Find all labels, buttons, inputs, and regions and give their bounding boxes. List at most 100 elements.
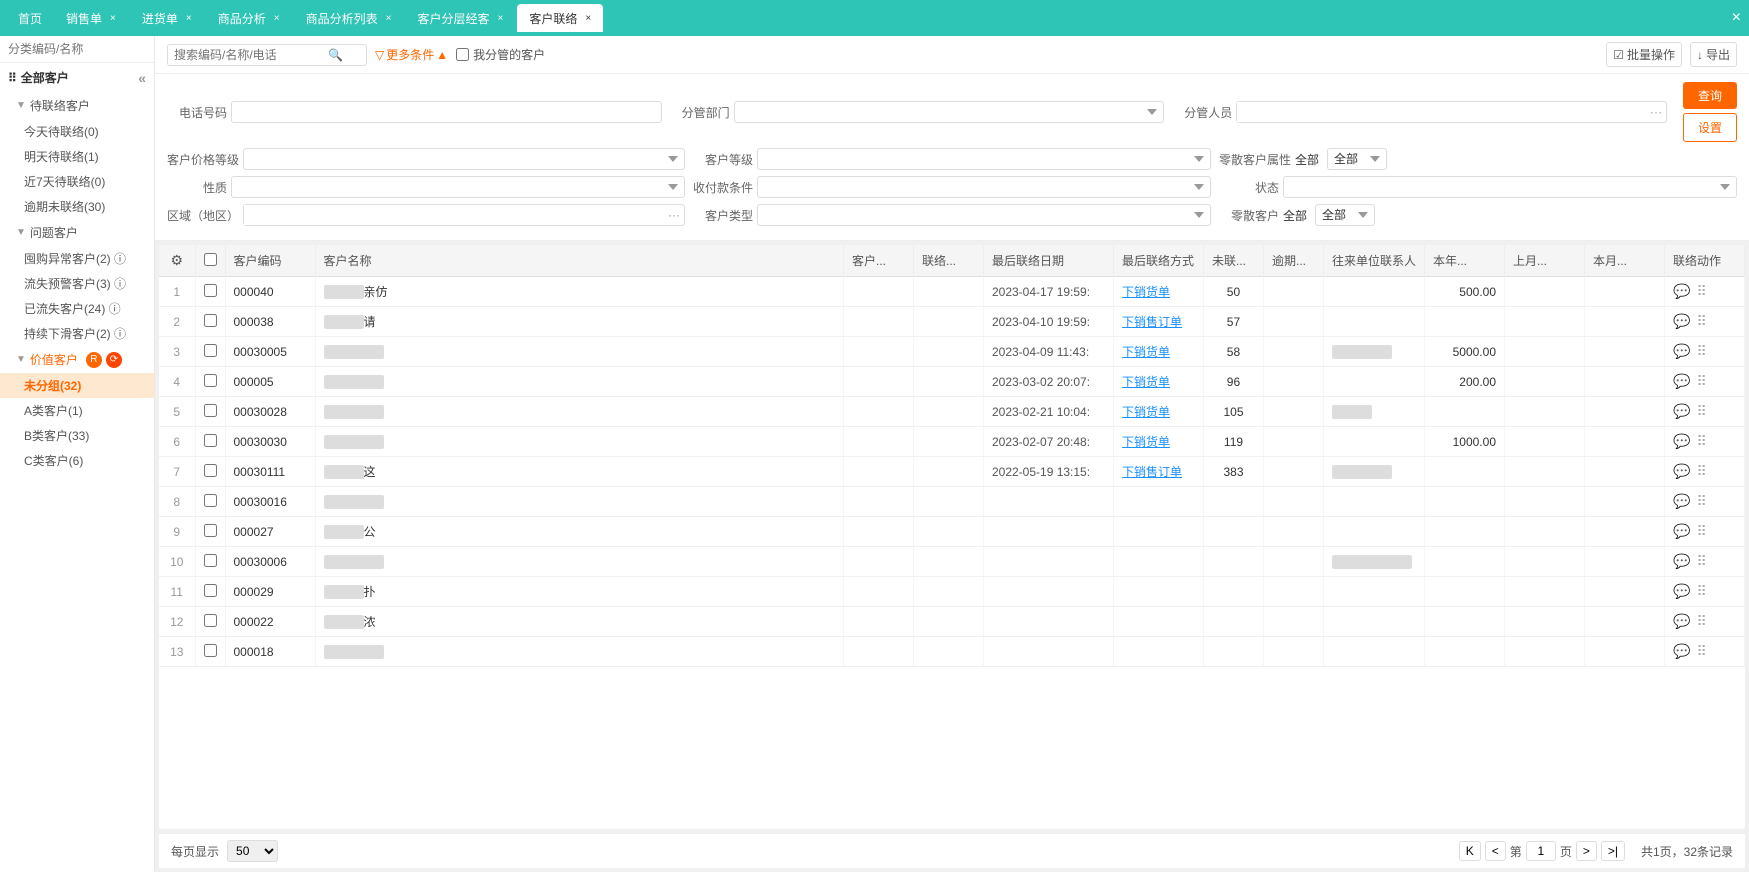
batch-operation-btn[interactable]: ☑ 批量操作 bbox=[1606, 42, 1682, 67]
row-checkbox[interactable] bbox=[204, 524, 217, 537]
menu-icon[interactable]: ⠿ bbox=[1696, 463, 1706, 480]
close-tab-sales[interactable]: × bbox=[110, 13, 116, 24]
nav-tab-customer-contact[interactable]: 客户联络 × bbox=[517, 4, 603, 32]
row-last-way[interactable]: 下销售订单 bbox=[1113, 457, 1203, 487]
last-way-link[interactable]: 下销售订单 bbox=[1122, 465, 1182, 479]
close-all-tabs[interactable]: × bbox=[1732, 9, 1741, 27]
th-last-way[interactable]: 最后联络方式 bbox=[1113, 245, 1203, 277]
menu-icon[interactable]: ⠿ bbox=[1696, 373, 1706, 390]
search-icon[interactable]: 🔍 bbox=[328, 48, 343, 62]
row-last-way[interactable] bbox=[1113, 487, 1203, 517]
sidebar-search-input[interactable] bbox=[8, 42, 155, 56]
select-customer-type[interactable] bbox=[757, 204, 1211, 226]
row-last-way[interactable] bbox=[1113, 547, 1203, 577]
row-cb[interactable] bbox=[195, 397, 225, 427]
row-checkbox[interactable] bbox=[204, 404, 217, 417]
sidebar-item-c-class[interactable]: C类客户(6) bbox=[0, 448, 154, 473]
page-size-select[interactable]: 50 100 200 bbox=[227, 840, 278, 862]
row-cb[interactable] bbox=[195, 427, 225, 457]
row-checkbox[interactable] bbox=[204, 284, 217, 297]
row-checkbox[interactable] bbox=[204, 554, 217, 567]
chat-icon[interactable]: 💬 bbox=[1673, 283, 1690, 300]
th-thisyear[interactable]: 本年... bbox=[1425, 245, 1505, 277]
sidebar-group-pending[interactable]: ▼ 待联络客户 bbox=[0, 92, 154, 119]
chat-icon[interactable]: 💬 bbox=[1673, 343, 1690, 360]
row-last-way[interactable]: 下销货单 bbox=[1113, 367, 1203, 397]
row-cb[interactable] bbox=[195, 517, 225, 547]
nav-tab-sales[interactable]: 销售单 × bbox=[54, 4, 128, 32]
th-code[interactable]: 客户编码 bbox=[225, 245, 315, 277]
select-payment[interactable] bbox=[757, 176, 1211, 198]
row-checkbox[interactable] bbox=[204, 584, 217, 597]
chat-icon[interactable]: 💬 bbox=[1673, 523, 1690, 540]
th-thismonth[interactable]: 本月... bbox=[1585, 245, 1665, 277]
sidebar-item-declining[interactable]: 持续下滑客户(2) ⓘ bbox=[0, 321, 154, 346]
row-checkbox[interactable] bbox=[204, 464, 217, 477]
row-checkbox[interactable] bbox=[204, 344, 217, 357]
last-way-link[interactable]: 下销货单 bbox=[1122, 345, 1170, 359]
row-cb[interactable] bbox=[195, 577, 225, 607]
chat-icon[interactable]: 💬 bbox=[1673, 433, 1690, 450]
row-last-way[interactable]: 下销售订单 bbox=[1113, 307, 1203, 337]
nav-tab-customer-tier[interactable]: 客户分层经客 × bbox=[405, 4, 515, 32]
manager-dots-btn[interactable]: ··· bbox=[1646, 105, 1666, 119]
export-btn[interactable]: ↓ 导出 bbox=[1690, 42, 1737, 67]
chat-icon[interactable]: 💬 bbox=[1673, 613, 1690, 630]
sidebar-item-7days[interactable]: 近7天待联络(0) bbox=[0, 169, 154, 194]
last-way-link[interactable]: 下销货单 bbox=[1122, 375, 1170, 389]
input-manager[interactable] bbox=[1237, 102, 1646, 122]
chat-icon[interactable]: 💬 bbox=[1673, 463, 1690, 480]
sidebar-item-b-class[interactable]: B类客户(33) bbox=[0, 423, 154, 448]
menu-icon[interactable]: ⠿ bbox=[1696, 313, 1706, 330]
sidebar-item-tomorrow[interactable]: 明天待联络(1) bbox=[0, 144, 154, 169]
row-checkbox[interactable] bbox=[204, 614, 217, 627]
chat-icon[interactable]: 💬 bbox=[1673, 373, 1690, 390]
row-last-way[interactable] bbox=[1113, 637, 1203, 667]
page-next-btn[interactable]: > bbox=[1576, 841, 1597, 861]
row-last-way[interactable]: 下销货单 bbox=[1113, 337, 1203, 367]
row-last-way[interactable]: 下销货单 bbox=[1113, 427, 1203, 457]
row-checkbox[interactable] bbox=[204, 434, 217, 447]
th-contact[interactable]: 联络... bbox=[913, 245, 983, 277]
page-input[interactable] bbox=[1526, 841, 1556, 861]
th-last-date[interactable]: 最后联络日期 bbox=[983, 245, 1113, 277]
row-cb[interactable] bbox=[195, 547, 225, 577]
query-button[interactable]: 查询 bbox=[1683, 82, 1737, 109]
select-retail[interactable]: 全部 bbox=[1315, 204, 1375, 226]
menu-icon[interactable]: ⠿ bbox=[1696, 553, 1706, 570]
menu-icon[interactable]: ⠿ bbox=[1696, 613, 1706, 630]
sidebar-collapse-btn[interactable]: « bbox=[138, 70, 146, 86]
close-tab-product-list[interactable]: × bbox=[386, 13, 392, 24]
row-checkbox[interactable] bbox=[204, 374, 217, 387]
select-nature[interactable] bbox=[231, 176, 685, 198]
row-cb[interactable] bbox=[195, 637, 225, 667]
reset-button[interactable]: 设置 bbox=[1683, 113, 1737, 142]
row-checkbox[interactable] bbox=[204, 644, 217, 657]
nav-tab-product-list[interactable]: 商品分析列表 × bbox=[294, 4, 404, 32]
chat-icon[interactable]: 💬 bbox=[1673, 583, 1690, 600]
input-phone[interactable] bbox=[231, 101, 662, 123]
th-type[interactable]: 客户... bbox=[843, 245, 913, 277]
menu-icon[interactable]: ⠿ bbox=[1696, 523, 1706, 540]
chat-icon[interactable]: 💬 bbox=[1673, 313, 1690, 330]
th-lastmonth[interactable]: 上月... bbox=[1505, 245, 1585, 277]
region-dots-btn[interactable]: ··· bbox=[664, 208, 684, 222]
menu-icon[interactable]: ⠿ bbox=[1696, 583, 1706, 600]
page-first-btn[interactable]: K bbox=[1459, 841, 1481, 861]
sidebar-group-value[interactable]: ▼ 价值客户 R ⟳ bbox=[0, 346, 154, 373]
my-customers-label[interactable]: 我分管的客户 bbox=[456, 46, 545, 63]
close-tab-product-analysis[interactable]: × bbox=[274, 13, 280, 24]
sidebar-item-warning[interactable]: 流失预警客户(3) ⓘ bbox=[0, 271, 154, 296]
row-cb[interactable] bbox=[195, 367, 225, 397]
row-cb[interactable] bbox=[195, 307, 225, 337]
nav-tab-purchase[interactable]: 进货单 × bbox=[130, 4, 204, 32]
sidebar-group-problem[interactable]: ▼ 问题客户 bbox=[0, 219, 154, 246]
sidebar-item-today[interactable]: 今天待联络(0) bbox=[0, 119, 154, 144]
last-way-link[interactable]: 下销售订单 bbox=[1122, 315, 1182, 329]
row-checkbox[interactable] bbox=[204, 494, 217, 507]
row-cb[interactable] bbox=[195, 337, 225, 367]
page-prev-btn[interactable]: < bbox=[1485, 841, 1506, 861]
select-retail-attr[interactable]: 全部 bbox=[1327, 148, 1387, 170]
page-last-btn[interactable]: >| bbox=[1601, 841, 1625, 861]
th-overdue[interactable]: 逾期... bbox=[1263, 245, 1323, 277]
